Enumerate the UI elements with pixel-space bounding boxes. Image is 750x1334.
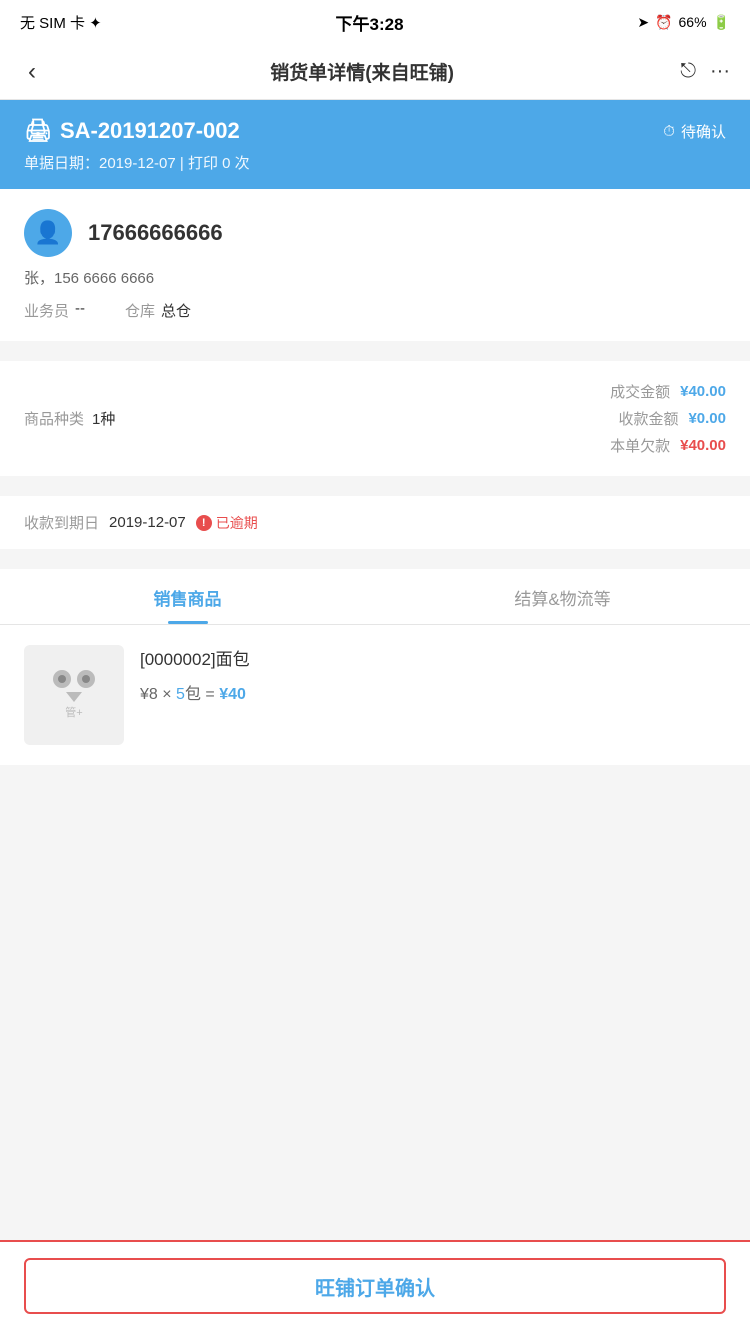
received-amount-label: 收款金额 (618, 408, 678, 429)
product-item: 管+ [0000002]面包 ¥8 × 5包 = ¥40 (24, 645, 726, 745)
clock-icon: ⏱ (663, 123, 675, 140)
customer-contact: 张，156 6666 6666 (24, 267, 726, 288)
status-left: 无 SIM 卡 ✦ (20, 12, 102, 33)
customer-card: 👤 17666666666 张，156 6666 6666 业务员 -- 仓库 … (0, 189, 750, 341)
owl-logo: 管+ (53, 670, 95, 720)
more-button[interactable]: ··· (710, 60, 730, 83)
debt-amount-label: 本单欠款 (610, 435, 670, 456)
customer-phone: 17666666666 (88, 220, 223, 246)
due-date-value: 2019-12-07 (109, 514, 186, 531)
owl-right-eye (77, 670, 95, 688)
product-thumbnail: 管+ (24, 645, 124, 745)
overdue-dot-icon: ! (196, 515, 212, 531)
warehouse-label: 仓库 (125, 300, 155, 321)
order-header: 🖨 SA-20191207-002 ⏱ 待确认 单据日期：2019-12-07 … (0, 100, 750, 189)
order-status: ⏱ 待确认 (663, 121, 726, 142)
price-qty: 5 (176, 686, 185, 703)
overdue-text: 已逾期 (216, 513, 258, 533)
order-id: 🖨 SA-20191207-002 (24, 118, 240, 144)
product-info: [0000002]面包 ¥8 × 5包 = ¥40 (140, 645, 726, 704)
owl-label: 管+ (65, 704, 82, 720)
due-date-card: 收款到期日 2019-12-07 ! 已逾期 (0, 496, 750, 549)
section-divider-2 (0, 486, 750, 496)
salesperson-value: -- (75, 300, 85, 321)
price-total: ¥40 (219, 686, 246, 703)
status-bar: 无 SIM 卡 ✦ 下午3:28 ➤ ⏰ 66% 🔋 (0, 0, 750, 44)
confirm-order-button[interactable]: 旺铺订单确认 (24, 1258, 726, 1314)
battery-level: 66% (679, 14, 707, 30)
due-date-label: 收款到期日 (24, 512, 99, 533)
alarm-icon: ⏰ (655, 14, 672, 31)
order-date-line: 单据日期：2019-12-07 | 打印 0 次 (24, 152, 726, 173)
avatar-icon: 👤 (34, 220, 61, 246)
status-right: ➤ ⏰ 66% 🔋 (637, 14, 730, 31)
customer-avatar: 👤 (24, 209, 72, 257)
product-type-label: 商品种类 (24, 408, 84, 429)
transaction-amount-label: 成交金额 (610, 381, 670, 402)
price-base: ¥8 × (140, 686, 176, 703)
product-price: ¥8 × 5包 = ¥40 (140, 680, 726, 704)
owl-right-pupil (82, 675, 90, 683)
price-equals: = (201, 686, 219, 703)
owl-eyes (53, 670, 95, 688)
invoice-icon: 🖨 (24, 118, 52, 144)
overdue-badge: ! 已逾期 (196, 513, 258, 533)
product-list: 管+ [0000002]面包 ¥8 × 5包 = ¥40 (0, 625, 750, 765)
nav-actions: ⎋ ··· (680, 60, 730, 83)
page-title: 销货单详情(来自旺铺) (270, 58, 454, 85)
transaction-amount-value: ¥40.00 (680, 383, 726, 400)
tab-sales-products[interactable]: 销售商品 (0, 569, 375, 624)
battery-icon: 🔋 (713, 14, 730, 31)
confirm-button-wrapper: 旺铺订单确认 (0, 1240, 750, 1334)
nav-bar: ‹ 销货单详情(来自旺铺) ⎋ ··· (0, 44, 750, 100)
customer-meta: 业务员 -- 仓库 总仓 (24, 300, 726, 321)
tab-settlement-logistics[interactable]: 结算&物流等 (375, 569, 750, 624)
price-unit: 包 (185, 686, 201, 703)
section-divider-1 (0, 351, 750, 361)
owl-beak (66, 692, 82, 702)
bottom-area (0, 775, 750, 1035)
product-type-value: 1种 (92, 408, 115, 429)
owl-left-eye (53, 670, 71, 688)
summary-card: 商品种类 1种 成交金额 ¥40.00 收款金额 ¥0.00 本单欠款 ¥40.… (0, 361, 750, 476)
section-divider-3 (0, 559, 750, 569)
warehouse-value: 总仓 (161, 300, 191, 321)
location-icon: ➤ (637, 14, 649, 31)
debt-amount-value: ¥40.00 (680, 437, 726, 454)
product-name: [0000002]面包 (140, 645, 726, 670)
sim-status: 无 SIM 卡 ✦ (20, 12, 102, 33)
received-amount-value: ¥0.00 (688, 410, 726, 427)
salesperson-label: 业务员 (24, 300, 69, 321)
share-button[interactable]: ⎋ (680, 60, 696, 83)
tabs: 销售商品 结算&物流等 (0, 569, 750, 625)
owl-left-pupil (58, 675, 66, 683)
status-time: 下午3:28 (336, 10, 404, 35)
back-button[interactable]: ‹ (20, 50, 44, 94)
